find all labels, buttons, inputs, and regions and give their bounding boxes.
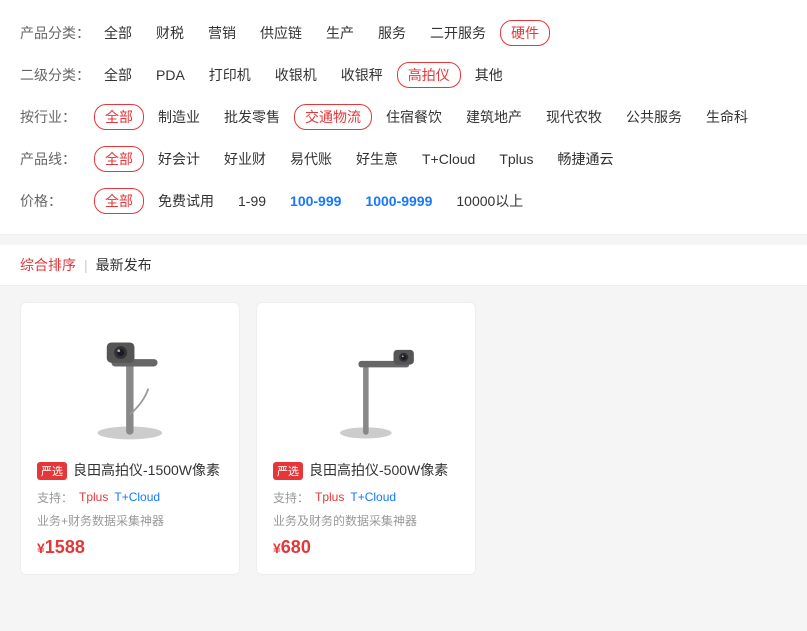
filter-row-industry: 按行业： 全部 制造业 批发零售 交通物流 住宿餐饮 建筑地产 现代农牧 公共服… (20, 96, 787, 138)
filter-item-cat1-gongyinlian[interactable]: 供应链 (250, 21, 312, 45)
filter-item-pl-yidaizhang[interactable]: 易代账 (280, 147, 342, 171)
filter-item-cat2-dayinji[interactable]: 打印机 (199, 63, 261, 87)
filter-row-productline: 产品线： 全部 好会计 好业财 易代账 好生意 T+Cloud Tplus 畅捷… (20, 138, 787, 180)
product-card-1[interactable]: 严选 良田高拍仪-1500W像素 支持： Tplus T+Cloud 业务+财务… (20, 302, 240, 575)
product-name-1: 良田高拍仪-1500W像素 (73, 461, 220, 481)
filter-item-cat1-all[interactable]: 全部 (94, 21, 142, 45)
product-price-1: 1588 (37, 537, 223, 558)
tag-tcloud-1: T+Cloud (114, 490, 160, 504)
filter-item-cat1-erkaifuwu[interactable]: 二开服务 (420, 21, 496, 45)
label-productline: 产品线： (20, 149, 90, 169)
label-price: 价格： (20, 191, 90, 211)
product-badge-1: 严选 (37, 462, 67, 480)
filter-item-cat2-all[interactable]: 全部 (94, 63, 142, 87)
filter-item-ind-jiaotong[interactable]: 交通物流 (294, 104, 372, 130)
support-row-2: 支持： Tplus T+Cloud (273, 489, 459, 506)
filter-item-cat1-fuwu[interactable]: 服务 (368, 21, 416, 45)
filter-section: 产品分类： 全部 财税 营销 供应链 生产 服务 二开服务 硬件 二级分类： 全… (0, 0, 807, 235)
filter-item-ind-all[interactable]: 全部 (94, 104, 144, 130)
product-badge-2: 严选 (273, 462, 303, 480)
filter-item-cat1-yingjian[interactable]: 硬件 (500, 20, 550, 46)
tag-tcloud-2: T+Cloud (350, 490, 396, 504)
label-category2: 二级分类： (20, 65, 90, 85)
filter-item-ind-zhizao[interactable]: 制造业 (148, 105, 210, 129)
filter-item-pl-all[interactable]: 全部 (94, 146, 144, 172)
filter-item-pl-tcloud[interactable]: T+Cloud (412, 149, 485, 169)
product-image-2 (273, 319, 459, 449)
support-label-2: 支持： (273, 489, 309, 506)
filter-item-price-all[interactable]: 全部 (94, 188, 144, 214)
filter-item-cat2-pda[interactable]: PDA (146, 65, 195, 85)
filter-item-ind-zhushu[interactable]: 住宿餐饮 (376, 105, 452, 129)
filter-item-price-1-99[interactable]: 1-99 (228, 191, 276, 211)
filter-item-ind-gonggong[interactable]: 公共服务 (616, 105, 692, 129)
filter-item-ind-shengming[interactable]: 生命科 (696, 105, 758, 129)
filter-item-cat1-yingxiao[interactable]: 营销 (198, 21, 246, 45)
product-name-2: 良田高拍仪-500W像素 (309, 461, 448, 481)
product-title-row-1: 严选 良田高拍仪-1500W像素 (37, 461, 223, 481)
sort-bar: 综合排序 | 最新发布 (0, 245, 807, 286)
sort-latest[interactable]: 最新发布 (96, 255, 152, 275)
tag-tplus-2: Tplus (315, 490, 344, 504)
filter-row-category1: 产品分类： 全部 财税 营销 供应链 生产 服务 二开服务 硬件 (20, 12, 787, 54)
product-image-1 (37, 319, 223, 449)
product-grid: 严选 良田高拍仪-1500W像素 支持： Tplus T+Cloud 业务+财务… (0, 286, 807, 591)
filter-item-cat2-qita[interactable]: 其他 (465, 63, 513, 87)
product-card-2[interactable]: 严选 良田高拍仪-500W像素 支持： Tplus T+Cloud 业务及财务的… (256, 302, 476, 575)
filter-item-pl-haoyecai[interactable]: 好业财 (214, 147, 276, 171)
filter-item-pl-haoshengyi[interactable]: 好生意 (346, 147, 408, 171)
sort-composite[interactable]: 综合排序 (20, 255, 76, 275)
product-desc-2: 业务及财务的数据采集神器 (273, 512, 459, 529)
filter-item-price-100-999[interactable]: 100-999 (280, 191, 351, 211)
filter-item-price-free[interactable]: 免费试用 (148, 189, 224, 213)
support-row-1: 支持： Tplus T+Cloud (37, 489, 223, 506)
filter-item-pl-changjie[interactable]: 畅捷通云 (548, 147, 624, 171)
tag-tplus-1: Tplus (79, 490, 108, 504)
label-industry: 按行业： (20, 107, 90, 127)
filter-item-ind-jianzhu[interactable]: 建筑地产 (456, 105, 532, 129)
filter-item-cat1-shengchan[interactable]: 生产 (316, 21, 364, 45)
sort-divider: | (84, 257, 88, 273)
support-label-1: 支持： (37, 489, 73, 506)
filter-item-price-1000-9999[interactable]: 1000-9999 (355, 191, 442, 211)
filter-row-price: 价格： 全部 免费试用 1-99 100-999 1000-9999 10000… (20, 180, 787, 222)
filter-item-cat2-shouqin[interactable]: 收银秤 (331, 63, 393, 87)
product-desc-1: 业务+财务数据采集神器 (37, 512, 223, 529)
filter-item-cat2-gaopaiyi[interactable]: 高拍仪 (397, 62, 461, 88)
filter-item-cat2-shoyinji[interactable]: 收银机 (265, 63, 327, 87)
product-price-2: 680 (273, 537, 459, 558)
filter-item-price-10000[interactable]: 10000以上 (446, 189, 533, 213)
filter-row-category2: 二级分类： 全部 PDA 打印机 收银机 收银秤 高拍仪 其他 (20, 54, 787, 96)
filter-item-ind-pifa[interactable]: 批发零售 (214, 105, 290, 129)
label-category1: 产品分类： (20, 23, 90, 43)
product-title-row-2: 严选 良田高拍仪-500W像素 (273, 461, 459, 481)
filter-item-ind-nongmu[interactable]: 现代农牧 (536, 105, 612, 129)
filter-item-pl-tplus[interactable]: Tplus (489, 149, 543, 169)
filter-item-pl-haohui[interactable]: 好会计 (148, 147, 210, 171)
filter-item-cat1-caishui[interactable]: 财税 (146, 21, 194, 45)
